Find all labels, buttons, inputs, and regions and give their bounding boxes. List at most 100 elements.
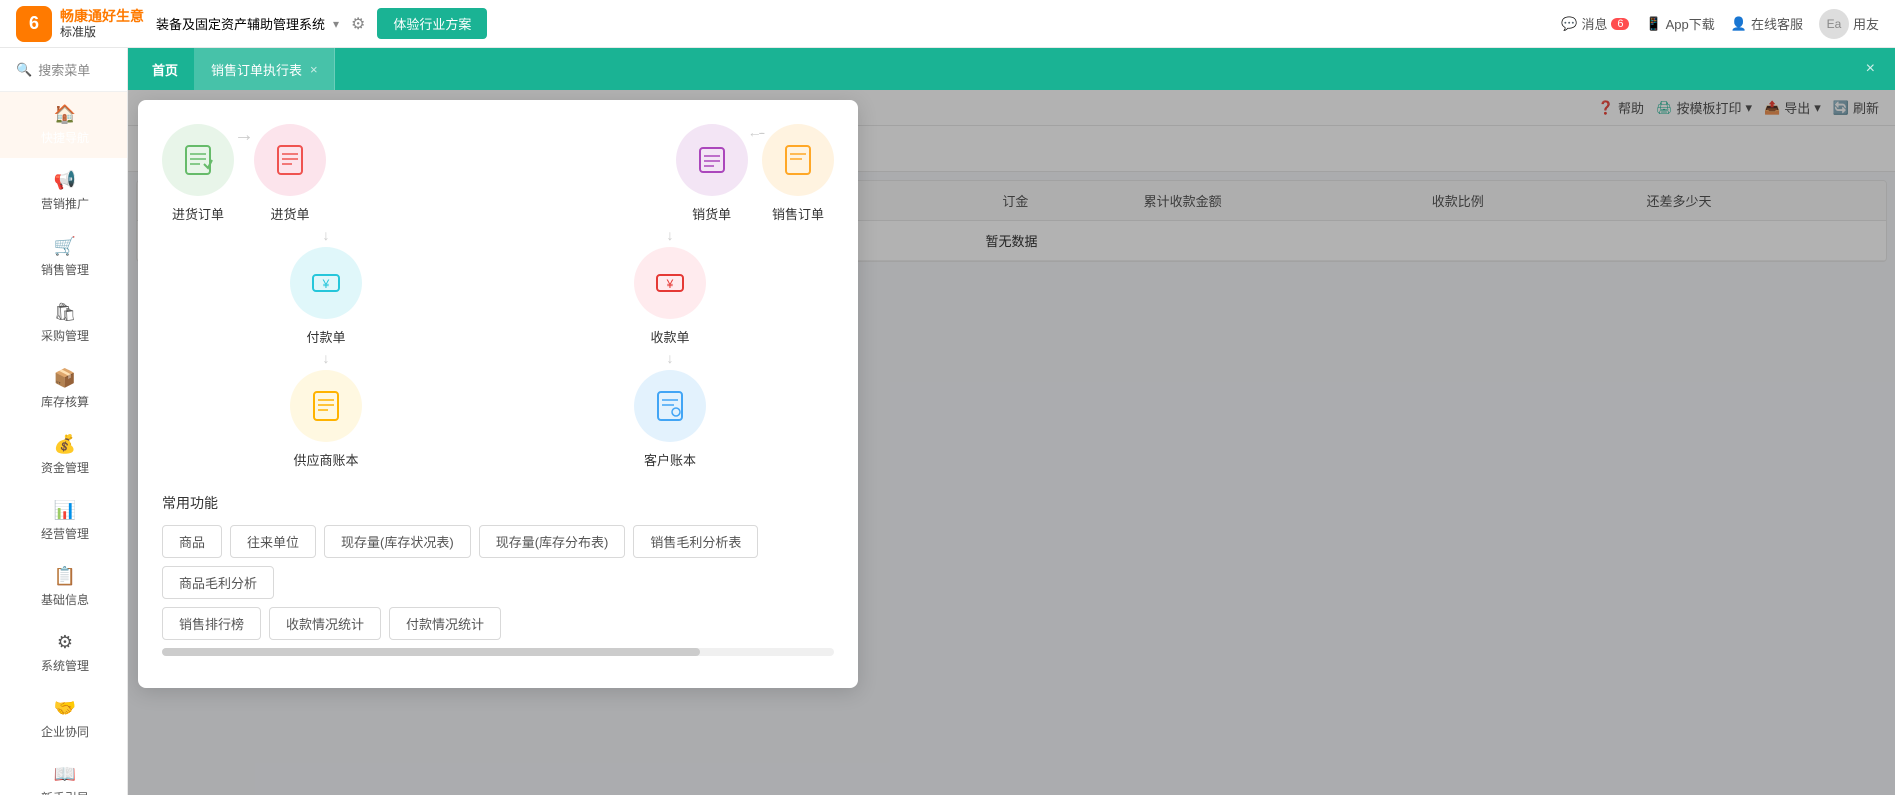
purchase-icon: 🛍: [54, 302, 77, 323]
func-btn-receipt-stats[interactable]: 收款情况统计: [269, 607, 381, 640]
purchase-order-icon: [182, 144, 214, 176]
app-download-button[interactable]: 📱 App下载: [1645, 14, 1714, 33]
common-functions-section: 常用功能 商品 往来单位 现存量(库存状况表) 现存量(库存分布表) 销售毛利分…: [162, 493, 834, 640]
sidebar-item-inventory[interactable]: 📦 库存核算: [0, 356, 127, 422]
sidebar-item-purchase[interactable]: 🛍 采购管理: [0, 290, 127, 356]
page-content: ❓ 帮助 🖨 按模板打印 ▾ 📤 导出 ▾ 🔄: [128, 90, 1895, 795]
arrow-down-2: ↓: [667, 227, 674, 243]
func-btn-goods-gross[interactable]: 商品毛利分析: [162, 566, 274, 599]
modal-scrollbar[interactable]: [162, 648, 834, 664]
quick-nav-icon: 🏠: [54, 104, 76, 125]
inventory-label: 库存核算: [41, 393, 89, 410]
func-btn-partner[interactable]: 往来单位: [230, 525, 316, 558]
search-menu-button[interactable]: 🔍 搜索菜单: [8, 56, 119, 83]
sales-icon: 🛒: [54, 236, 76, 257]
message-button[interactable]: 💬 消息 6: [1561, 14, 1629, 33]
purchase-bill-icon: [274, 144, 306, 176]
func-btn-sales-rank[interactable]: 销售排行榜: [162, 607, 261, 640]
top-bar-left: 6 畅康通好生意 标准版 装备及固定资产辅助管理系统 ▾ ⚙ 体验行业方案: [16, 6, 487, 42]
sales-order-circle: [762, 124, 834, 196]
supplier-ledger-circle: [290, 370, 362, 442]
guide-label: 新手引导: [41, 789, 89, 795]
flow-section: 进货订单 → 进货单: [162, 124, 834, 469]
gear-icon[interactable]: ⚙: [351, 14, 365, 34]
content-close-button[interactable]: ×: [1854, 60, 1887, 78]
func-btn-payment-stats[interactable]: 付款情况统计: [389, 607, 501, 640]
operations-icon: 📊: [54, 500, 76, 521]
user-avatar: Ea: [1819, 9, 1849, 39]
message-icon: 💬: [1561, 16, 1577, 32]
enterprise-label: 企业协同: [41, 723, 89, 740]
purchase-order-label: 进货订单: [172, 204, 224, 223]
sidebar-item-sales[interactable]: 🛒 销售管理: [0, 224, 127, 290]
func-grid: 商品 往来单位 现存量(库存状况表) 现存量(库存分布表) 销售毛利分析表 商品…: [162, 525, 834, 599]
system-title-area: 装备及固定资产辅助管理系统 ▾: [156, 14, 339, 33]
func-btn-sales-gross[interactable]: 销售毛利分析表: [633, 525, 758, 558]
sidebar-item-enterprise[interactable]: 🤝 企业协同: [0, 686, 127, 752]
sidebar-nav: 🏠 快捷导航 📢 营销推广 🛒 销售管理 🛍 采购管理 📦 库存核: [0, 92, 127, 795]
supplier-ledger-label: 供应商账本: [293, 450, 358, 469]
func-btn-goods[interactable]: 商品: [162, 525, 222, 558]
supplier-ledger-icon: [310, 390, 342, 422]
online-service-button[interactable]: 👤 在线客服: [1731, 14, 1803, 33]
sidebar-item-marketing[interactable]: 📢 营销推广: [0, 158, 127, 224]
arrow-dashed-1: ←--: [748, 124, 762, 172]
purchase-bill-node: 进货单: [254, 124, 326, 223]
arrow-down-3: ↓: [323, 350, 330, 366]
finance-label: 资金管理: [41, 459, 89, 476]
app-container: 6 畅康通好生意 标准版 装备及固定资产辅助管理系统 ▾ ⚙ 体验行业方案 💬 …: [0, 0, 1895, 795]
sales-order-node: 销售订单: [762, 124, 834, 223]
quick-nav-label: 快捷导航: [41, 129, 89, 146]
customer-ledger-circle: [634, 370, 706, 442]
brand-main: 畅康通好生意: [60, 7, 144, 25]
sidebar-item-system[interactable]: ⚙ 系统管理: [0, 620, 127, 686]
guide-icon: 📖: [54, 764, 76, 785]
sidebar-item-operations[interactable]: 📊 经营管理: [0, 488, 127, 554]
sidebar-item-quick-nav[interactable]: 🏠 快捷导航: [0, 92, 127, 158]
online-service-icon: 👤: [1731, 16, 1747, 32]
arrow-down-4: ↓: [667, 350, 674, 366]
purchase-bill-circle: [254, 124, 326, 196]
receipt-bill-icon: ¥: [654, 267, 686, 299]
sidebar-item-basic-info[interactable]: 📋 基础信息: [0, 554, 127, 620]
purchase-bill-label: 进货单: [270, 204, 309, 223]
user-menu[interactable]: Ea 用友: [1819, 9, 1879, 39]
main-area: 🔍 搜索菜单 🏠 快捷导航 📢 营销推广 🛒 销售管理 🛍: [0, 48, 1895, 795]
func-btn-stock-dist[interactable]: 现存量(库存分布表): [479, 525, 626, 558]
trial-button[interactable]: 体验行业方案: [377, 8, 487, 39]
sales-bill-icon: [696, 144, 728, 176]
svg-text:¥: ¥: [666, 277, 674, 291]
finance-icon: 💰: [54, 434, 76, 455]
tab-home-label: 首页: [152, 60, 178, 79]
receipt-bill-area: ↓ ¥ 收款单: [634, 227, 706, 346]
sidebar-item-guide[interactable]: 📖 新手引导: [0, 752, 127, 795]
sidebar-search-area: 🔍 搜索菜单: [0, 48, 127, 92]
arrow-right-1: →: [234, 124, 254, 179]
system-dropdown-icon[interactable]: ▾: [333, 17, 339, 31]
payment-bill-label: 付款单: [306, 327, 345, 346]
content-area: 首页 销售订单执行表 × × ❓ 帮助 🖨 按: [128, 48, 1895, 795]
receipt-bill-circle: ¥: [634, 247, 706, 319]
top-bar-right: 💬 消息 6 📱 App下载 👤 在线客服 Ea 用友: [1561, 9, 1879, 39]
scroll-thumb: [162, 648, 700, 656]
tab-close-icon[interactable]: ×: [310, 62, 318, 77]
sidebar-item-finance[interactable]: 💰 资金管理: [0, 422, 127, 488]
logo-icon: 6: [16, 6, 52, 42]
svg-text:¥: ¥: [322, 277, 330, 291]
marketing-icon: 📢: [54, 170, 76, 191]
sales-order-icon: [782, 144, 814, 176]
payment-bill-area: ↓ ¥ 付款单: [290, 227, 362, 346]
enterprise-icon: 🤝: [54, 698, 76, 719]
func-btn-stock-status[interactable]: 现存量(库存状况表): [324, 525, 471, 558]
avatar-initials: Ea: [1827, 17, 1842, 31]
tab-home[interactable]: 首页: [136, 48, 195, 90]
marketing-label: 营销推广: [41, 195, 89, 212]
tab-sales-order-exec[interactable]: 销售订单执行表 ×: [195, 48, 335, 90]
system-label: 系统管理: [41, 657, 89, 674]
purchase-order-node: 进货订单: [162, 124, 234, 223]
supplier-ledger-area: ↓ 供应商账本: [290, 350, 362, 469]
sidebar: 🔍 搜索菜单 🏠 快捷导航 📢 营销推广 🛒 销售管理 🛍: [0, 48, 128, 795]
online-service-label: 在线客服: [1751, 14, 1803, 33]
top-bar: 6 畅康通好生意 标准版 装备及固定资产辅助管理系统 ▾ ⚙ 体验行业方案 💬 …: [0, 0, 1895, 48]
purchase-label: 采购管理: [41, 327, 89, 344]
